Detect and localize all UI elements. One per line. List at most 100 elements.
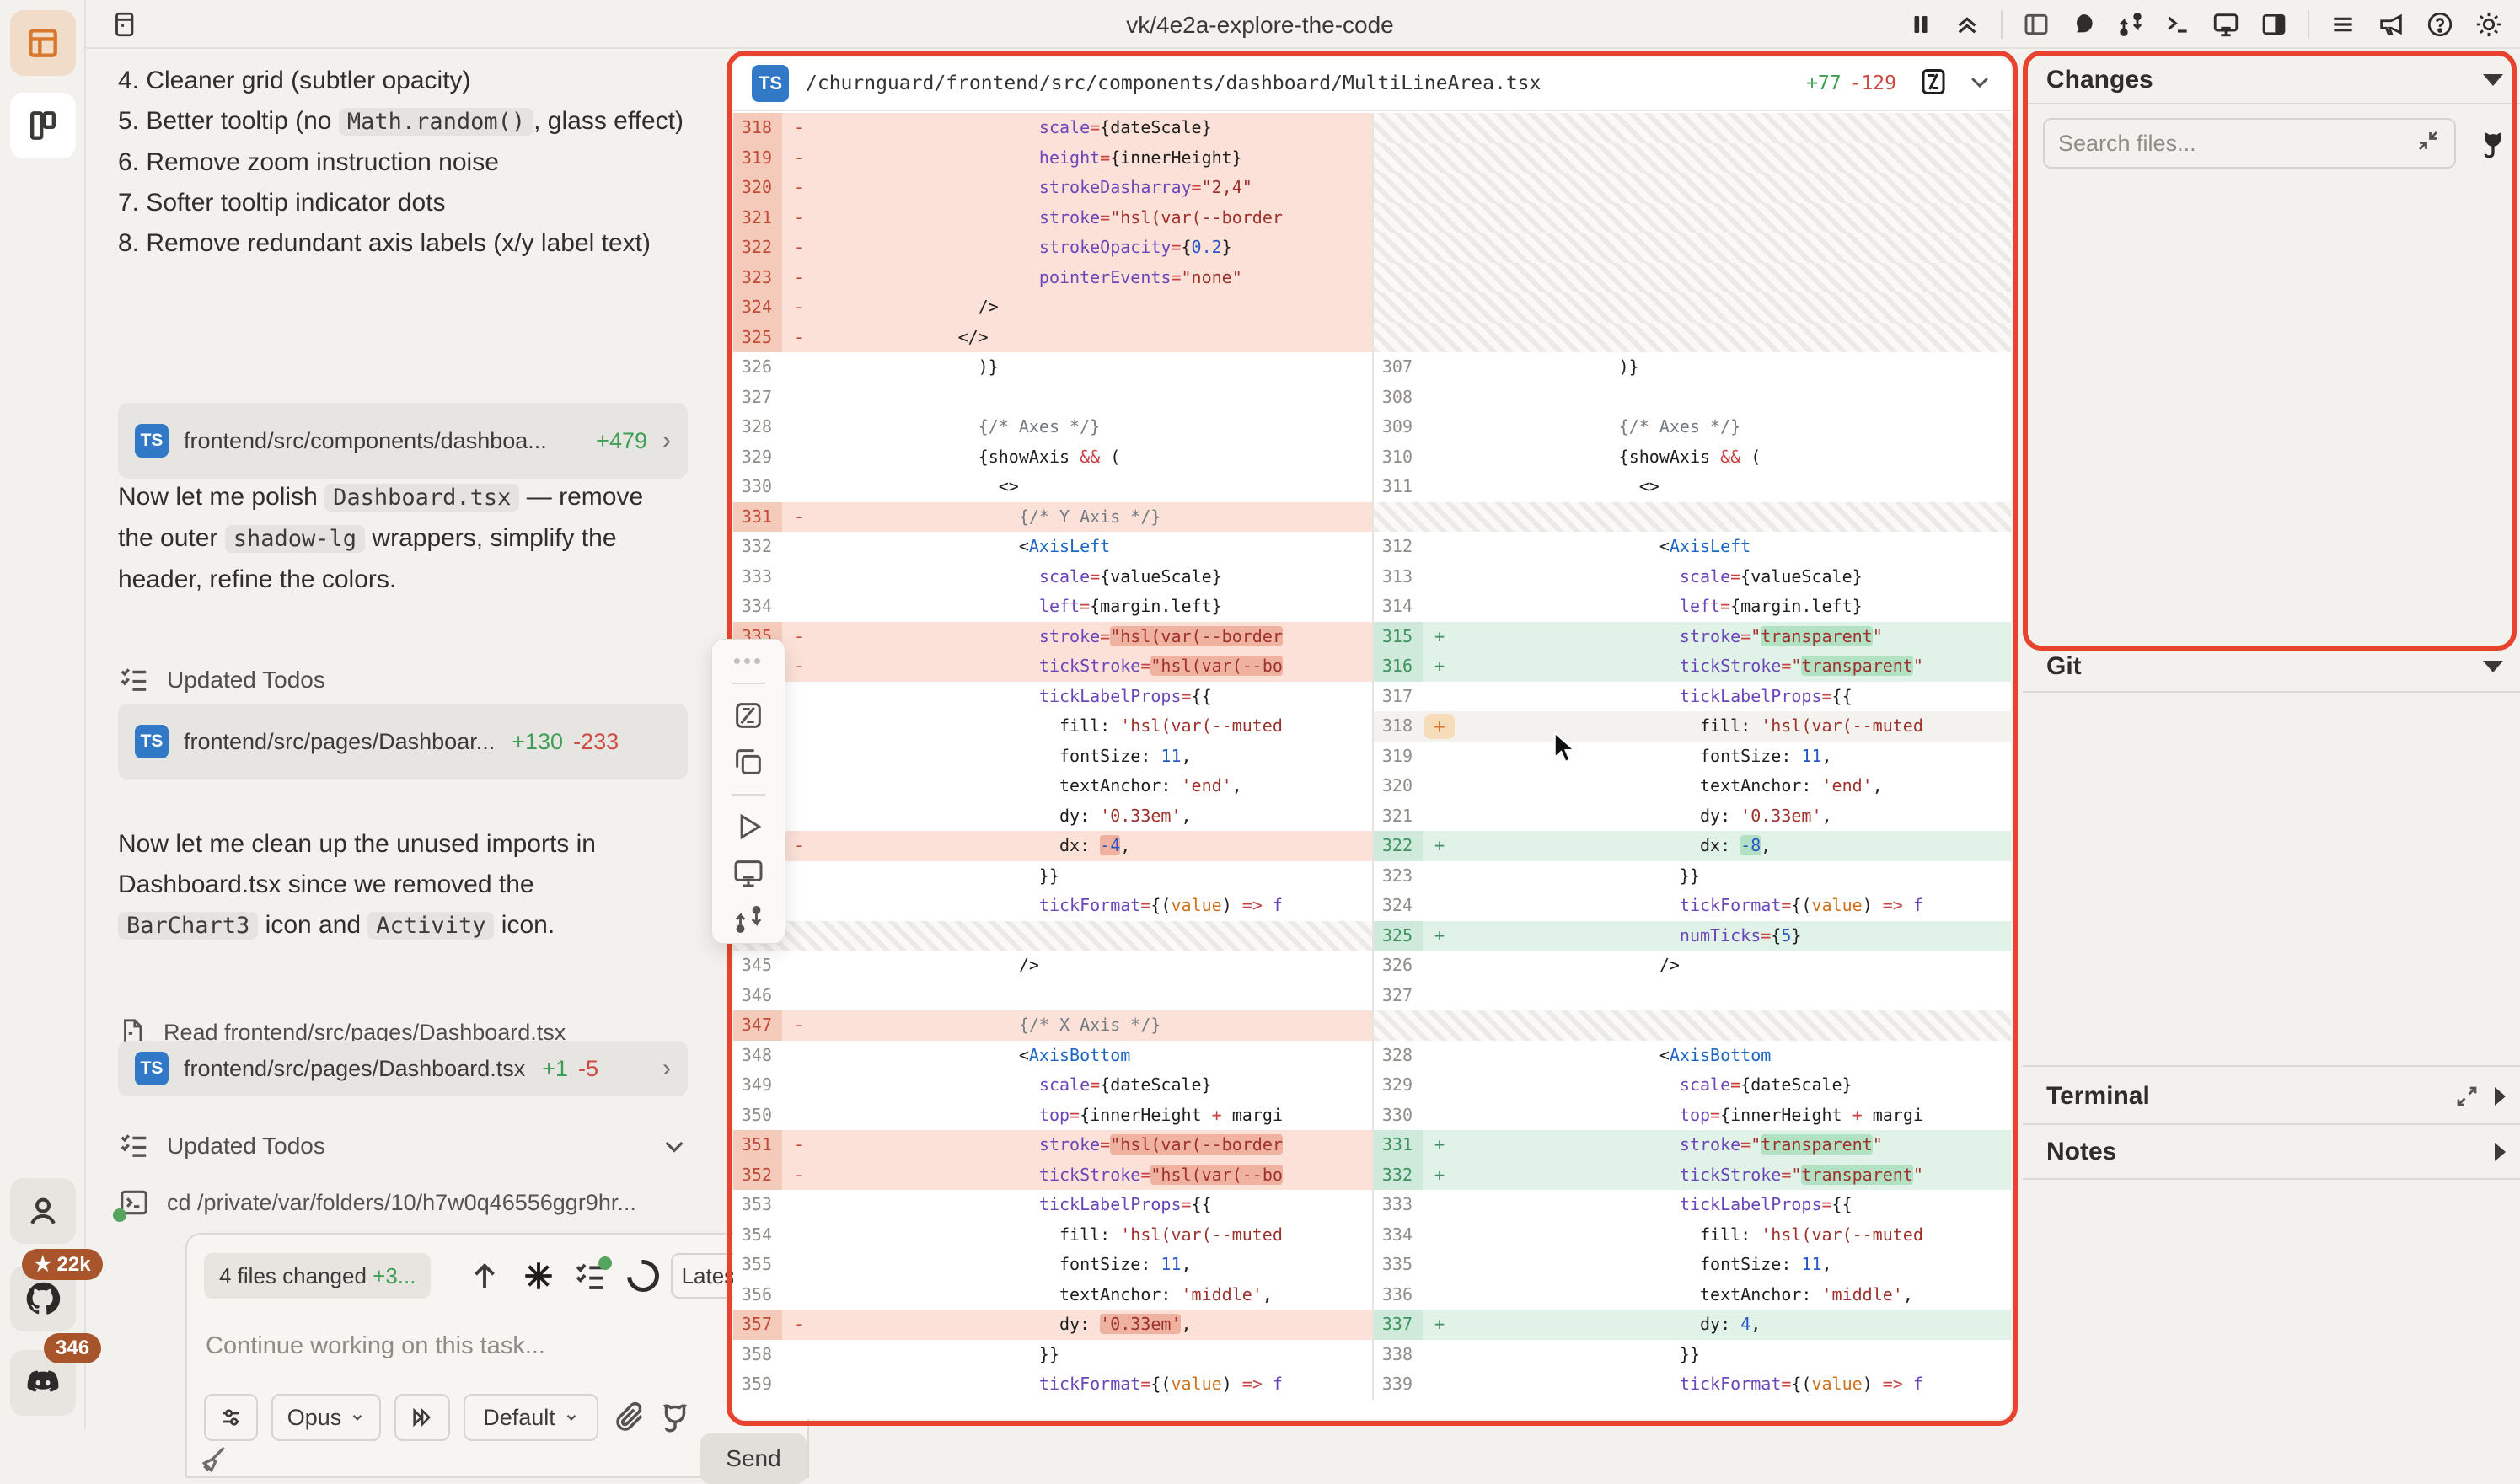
code-line: fontSize: 11,: [1456, 742, 2011, 772]
line-number: 323: [733, 263, 782, 293]
kanban-tab[interactable]: [10, 93, 76, 158]
line-number: 353: [733, 1190, 782, 1220]
diff-sign: -: [782, 323, 816, 353]
diff-sign: [1423, 352, 1456, 383]
assistant-todo-list: 4. Cleaner grid (subtler opacity) 5. Bet…: [118, 61, 700, 264]
chat-panel-icon[interactable]: [2070, 11, 2097, 38]
updated-todos-row[interactable]: Updated Todos: [118, 664, 325, 696]
monitor-icon[interactable]: [732, 850, 765, 897]
code-line: <AxisLeft: [816, 532, 1372, 562]
add-comment-button[interactable]: +: [1424, 714, 1455, 739]
diff-row: 343 }}323 }}: [733, 861, 2011, 892]
diff-left-cell: 325- </>: [733, 323, 1374, 353]
menu-icon[interactable]: [2330, 11, 2356, 38]
diff-right-cell: 309 {/* Axes */}: [1374, 412, 2011, 442]
broom-icon[interactable]: [197, 1444, 231, 1481]
scroll-up-icon[interactable]: [467, 1258, 502, 1298]
account-button[interactable]: [10, 1178, 76, 1244]
fast-forward-button[interactable]: [394, 1394, 450, 1441]
github-cat-icon[interactable]: [657, 1400, 693, 1439]
diff-right-cell: 339 tickFormat={(value) => f: [1374, 1369, 2011, 1400]
diff-right-cell: 314 left={margin.left}: [1374, 592, 2011, 622]
settings-sliders-button[interactable]: [204, 1394, 258, 1441]
cat-icon[interactable]: [2474, 126, 2512, 168]
search-files-input[interactable]: Search files...: [2043, 118, 2456, 169]
megaphone-icon[interactable]: [2377, 10, 2405, 39]
updated-todos-row[interactable]: Updated Todos: [118, 1130, 688, 1162]
file-chip[interactable]: TS frontend/src/pages/Dashboar... +130 -…: [118, 704, 688, 780]
diff-sign: [1423, 592, 1456, 622]
collapse-triangle-icon[interactable]: [2483, 661, 2503, 672]
split-diff-icon[interactable]: [1918, 67, 1949, 101]
code-line: tickFormat={(value) => f: [1456, 891, 2011, 921]
collapse-file-chevron-icon[interactable]: [1967, 69, 1992, 99]
diff-right-cell: 329 scale={dateScale}: [1374, 1070, 2011, 1101]
line-number: 337: [1374, 1310, 1423, 1340]
file-chip[interactable]: TS frontend/src/pages/Dashboard.tsx +1 -…: [118, 1041, 688, 1096]
chevron-down-icon[interactable]: [661, 1133, 688, 1160]
diff-row: 326 )}307 )}: [733, 352, 2011, 383]
code-line: dy: '0.33em',: [816, 801, 1372, 832]
collapse-triangle-icon[interactable]: [2483, 74, 2503, 86]
toolbar-divider: [2001, 10, 2003, 39]
composer-input[interactable]: Continue working on this task...: [206, 1332, 545, 1360]
line-number: 324: [1374, 891, 1423, 921]
diff-row: 359 tickFormat={(value) => f339 tickForm…: [733, 1369, 2011, 1400]
diff-left-cell: 338 fill: 'hsl(var(--muted: [733, 711, 1374, 742]
diff-row: 319- height={innerHeight}: [733, 143, 2011, 174]
code-line: pointerEvents="none": [816, 263, 1372, 293]
diff-row: 349 scale={dateScale}329 scale={dateScal…: [733, 1070, 2011, 1101]
diff-row: 340 textAnchor: 'end',320 textAnchor: 'e…: [733, 771, 2011, 801]
code-line: stroke="hsl(var(--border: [816, 203, 1372, 233]
diff-sign: -: [782, 622, 816, 652]
mode-dropdown[interactable]: Default: [464, 1394, 598, 1441]
drag-handle-icon[interactable]: •••: [733, 648, 764, 674]
diff-view-icon[interactable]: [732, 693, 765, 739]
help-icon[interactable]: [2426, 10, 2454, 39]
display-icon[interactable]: [2212, 10, 2240, 39]
diff-left-cell: 354 fill: 'hsl(var(--muted: [733, 1220, 1374, 1251]
diff-right-cell: 335 fontSize: 11,: [1374, 1250, 2011, 1280]
attach-paperclip-icon[interactable]: [612, 1400, 647, 1439]
send-button[interactable]: Send: [700, 1433, 807, 1484]
left-panel-icon[interactable]: [2023, 11, 2050, 38]
spark-icon[interactable]: [521, 1258, 556, 1298]
diff-left-cell: 359 tickFormat={(value) => f: [733, 1369, 1374, 1400]
settings-gear-icon[interactable]: [2474, 10, 2503, 39]
diff-row: 320- strokeDasharray="2,4": [733, 173, 2011, 203]
file-chip-path: frontend/src/pages/Dashboar...: [184, 729, 495, 755]
diff-row: 329 {showAxis && (310 {showAxis && (: [733, 442, 2011, 473]
code-line: fill: 'hsl(var(--muted: [1456, 711, 2011, 742]
diff-right-cell: 310 {showAxis && (: [1374, 442, 2011, 473]
diff-sign: +: [1423, 622, 1456, 652]
diff-left-cell: 324- />: [733, 292, 1374, 323]
expand-icon[interactable]: [2454, 1084, 2480, 1113]
git-compare-icon[interactable]: [2117, 11, 2144, 38]
terminal-command-row[interactable]: cd /private/var/folders/10/h7w0q46556ggr…: [118, 1187, 636, 1219]
collapse-tree-icon[interactable]: [2415, 128, 2441, 159]
diff-left-cell: 355 fontSize: 11,: [733, 1250, 1374, 1280]
diff-sign: [1423, 1340, 1456, 1370]
composer: 4 files changed +3... Latest Continue wo…: [185, 1233, 809, 1478]
collapse-all-icon[interactable]: [1954, 11, 1981, 38]
code-line: {showAxis && (: [816, 442, 1372, 473]
terminal-icon[interactable]: [2164, 11, 2191, 38]
diff-left-cell: 352- tickStroke="hsl(var(--bo: [733, 1160, 1374, 1191]
todos-status-icon[interactable]: [573, 1258, 609, 1298]
workspace-tab-active[interactable]: [10, 10, 76, 76]
pause-icon[interactable]: [1908, 12, 1933, 37]
files-changed-chip[interactable]: 4 files changed +3...: [204, 1253, 431, 1299]
play-icon[interactable]: [732, 804, 764, 850]
expand-triangle-icon[interactable]: [2495, 1087, 2506, 1106]
diff-sign: [782, 352, 816, 383]
diff-left-cell: 351- stroke="hsl(var(--border: [733, 1130, 1374, 1160]
model-dropdown[interactable]: Opus: [271, 1394, 381, 1441]
copy-icon[interactable]: [732, 739, 765, 785]
right-panel-filled-icon[interactable]: [2260, 11, 2287, 38]
expand-triangle-icon[interactable]: [2495, 1143, 2506, 1161]
file-chip[interactable]: TS frontend/src/components/dashboa... +4…: [118, 403, 688, 479]
terminal-cmd-icon: [118, 1187, 150, 1219]
git-compare-icon[interactable]: [732, 897, 764, 943]
inline-code: BarChart3: [118, 912, 258, 940]
line-number: 329: [1374, 1070, 1423, 1101]
